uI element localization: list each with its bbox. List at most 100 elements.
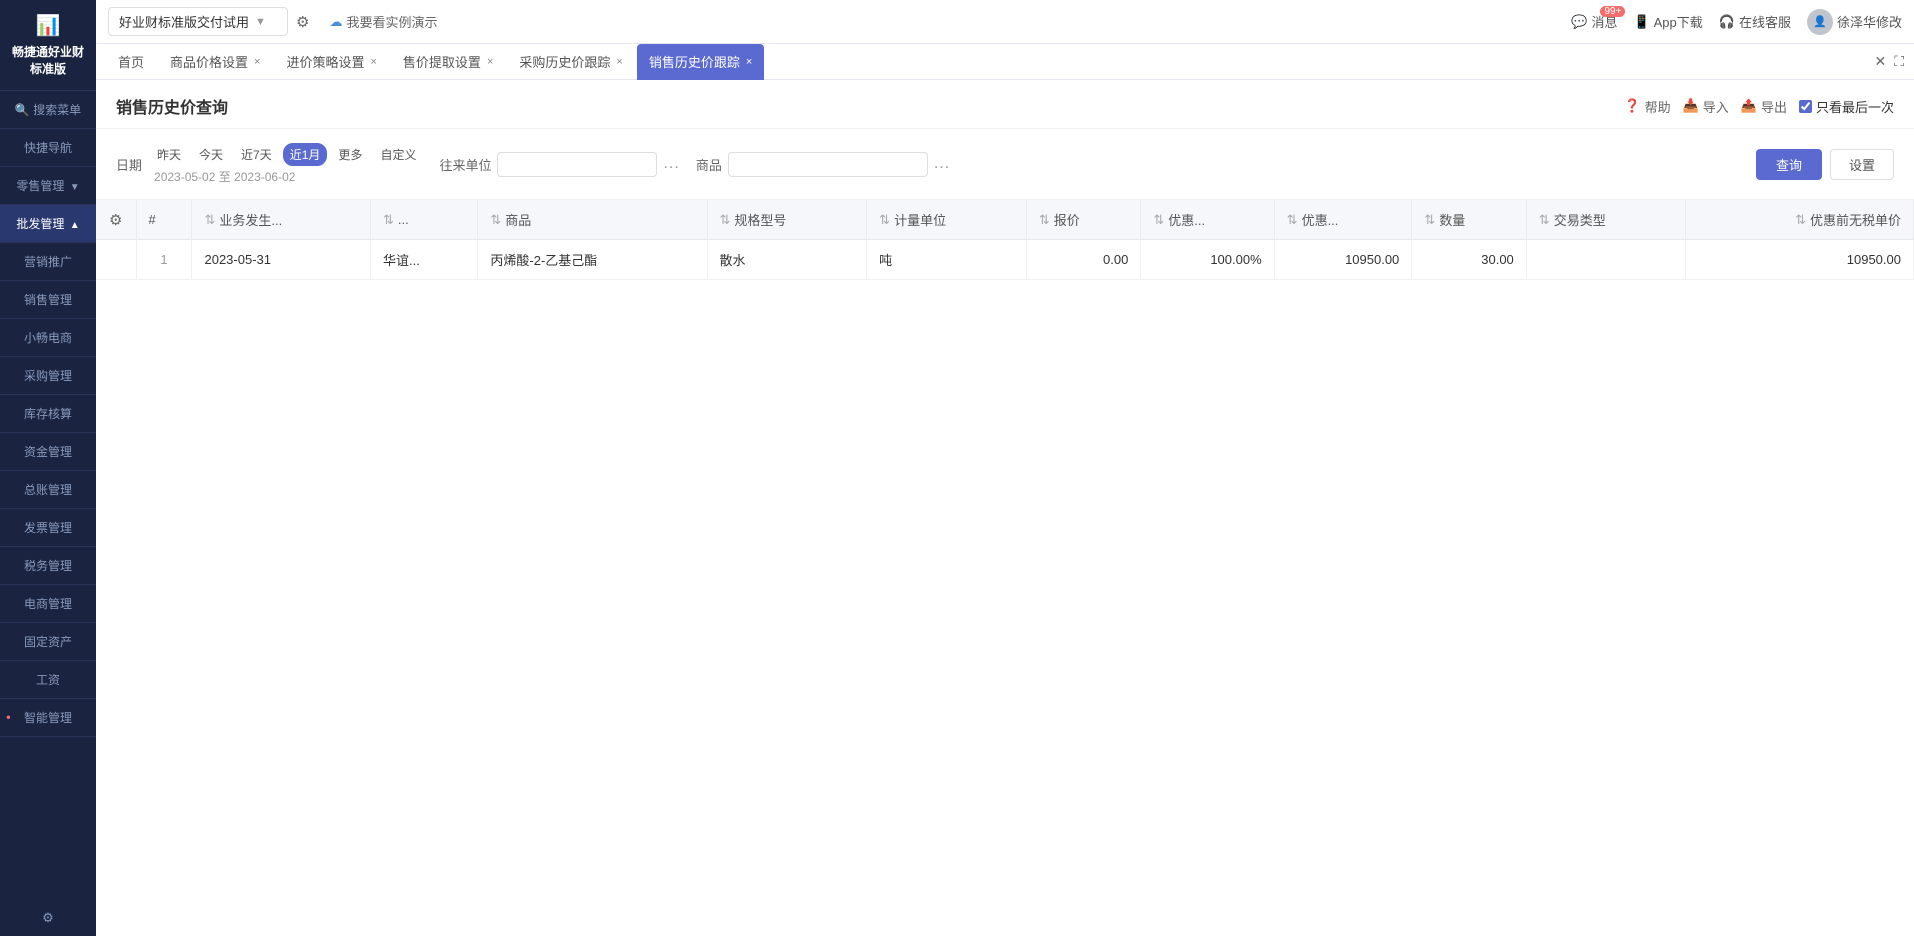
sidebar-item-invoice[interactable]: 发票管理 bbox=[0, 509, 96, 547]
sidebar-item-smart[interactable]: 智能管理 bbox=[0, 699, 96, 737]
date-btn-today[interactable]: 今天 bbox=[192, 143, 230, 166]
row-unit-cell: 吨 bbox=[867, 240, 1027, 280]
sidebar-item-accounting[interactable]: 总账管理 bbox=[0, 471, 96, 509]
app-download-button[interactable]: 📱 App下载 bbox=[1633, 12, 1702, 31]
topbar-demo-label: 我要看实例演示 bbox=[346, 12, 437, 31]
workspace-selector-text: 好业财标准版交付试用 bbox=[119, 12, 249, 31]
sidebar-settings-button[interactable]: ⚙ bbox=[0, 900, 96, 936]
row-num-cell: 1 bbox=[136, 240, 192, 280]
online-service-button[interactable]: 🎧 在线客服 bbox=[1719, 12, 1791, 31]
column-settings-icon[interactable]: ⚙ bbox=[109, 212, 122, 229]
help-icon: ❓ bbox=[1624, 98, 1640, 114]
topbar-demo-link[interactable]: ☁ 我要看实例演示 bbox=[329, 12, 437, 31]
page-container: 销售历史价查询 ❓ 帮助 📥 导入 📤 导出 bbox=[96, 80, 1914, 936]
sidebar-item-tax[interactable]: 税务管理 bbox=[0, 547, 96, 585]
cloud-icon: ☁ bbox=[329, 14, 342, 30]
last-only-checkbox[interactable] bbox=[1799, 100, 1812, 113]
import-label: 导入 bbox=[1703, 97, 1729, 116]
row-discount1-cell: 100.00% bbox=[1141, 240, 1274, 280]
tab-product-price-label: 商品价格设置 bbox=[170, 52, 248, 71]
partner-input[interactable] bbox=[497, 152, 657, 177]
sidebar-item-accounting-label: 总账管理 bbox=[24, 483, 72, 497]
tab-price-extract[interactable]: 售价提取设置 × bbox=[391, 44, 505, 80]
user-menu-button[interactable]: 👤 徐泽华修改 bbox=[1807, 9, 1902, 35]
table-header-row: ⚙ # ⇅ 业务发生... bbox=[96, 200, 1914, 240]
tab-home[interactable]: 首页 bbox=[106, 44, 156, 80]
sidebar-item-marketing-label: 营销推广 bbox=[24, 255, 72, 269]
tab-purchase-strategy[interactable]: 进价策略设置 × bbox=[274, 44, 388, 80]
help-label: 帮助 bbox=[1645, 97, 1671, 116]
last-only-checkbox-label[interactable]: 只看最后一次 bbox=[1799, 97, 1894, 116]
tab-purchase-history[interactable]: 采购历史价跟踪 × bbox=[507, 44, 634, 80]
workspace-selector[interactable]: 好业财标准版交付试用 ▼ bbox=[108, 7, 288, 36]
headset-icon: 🎧 bbox=[1719, 14, 1735, 30]
help-button[interactable]: ❓ 帮助 bbox=[1624, 97, 1670, 116]
sidebar-item-invoice-label: 发票管理 bbox=[24, 521, 72, 535]
sidebar-item-finance-label: 资金管理 bbox=[24, 445, 72, 459]
settings-button[interactable]: 设置 bbox=[1830, 149, 1894, 180]
col-num: # bbox=[136, 200, 192, 240]
sidebar-item-assets[interactable]: 固定资产 bbox=[0, 623, 96, 661]
sidebar-item-finance[interactable]: 资金管理 bbox=[0, 433, 96, 471]
date-btn-last1m[interactable]: 近1月 bbox=[283, 143, 328, 166]
sidebar-search[interactable]: 🔍 搜索菜单 bbox=[0, 91, 96, 129]
sidebar-item-ecommerce[interactable]: 电商管理 bbox=[0, 585, 96, 623]
messages-button[interactable]: 💬 消息 99+ bbox=[1571, 12, 1617, 31]
date-btn-yesterday[interactable]: 昨天 bbox=[150, 143, 188, 166]
tab-sales-history[interactable]: 销售历史价跟踪 × bbox=[637, 44, 764, 80]
settings-gear-icon: ⚙ bbox=[42, 910, 54, 925]
partner-dots-button[interactable]: ... bbox=[663, 155, 679, 173]
sidebar-item-payroll[interactable]: 工资 bbox=[0, 661, 96, 699]
tab-sales-history-close-icon[interactable]: × bbox=[746, 56, 752, 68]
tab-product-price-close-icon[interactable]: × bbox=[254, 56, 260, 68]
tab-purchase-history-close-icon[interactable]: × bbox=[616, 56, 622, 68]
col-discount2-sort-icon: ⇅ bbox=[1287, 212, 1298, 228]
query-button[interactable]: 查询 bbox=[1756, 149, 1822, 180]
sidebar-item-assets-label: 固定资产 bbox=[24, 635, 72, 649]
sidebar-item-purchase[interactable]: 采购管理 bbox=[0, 357, 96, 395]
col-discount2: ⇅ 优惠... bbox=[1274, 200, 1412, 240]
last-only-label: 只看最后一次 bbox=[1816, 97, 1894, 116]
import-button[interactable]: 📥 导入 bbox=[1683, 97, 1729, 116]
tab-price-extract-close-icon[interactable]: × bbox=[487, 56, 493, 68]
sidebar-item-wholesale-label: 批发管理 bbox=[16, 217, 64, 231]
tab-panel-expand-icon[interactable]: ⛶ bbox=[1894, 53, 1904, 70]
sidebar-item-quick-nav[interactable]: 快捷导航 bbox=[0, 129, 96, 167]
date-btn-last7[interactable]: 近7天 bbox=[234, 143, 279, 166]
product-filter-group: 商品 ... bbox=[696, 152, 950, 177]
date-btn-more[interactable]: 更多 bbox=[331, 143, 369, 166]
date-btn-custom[interactable]: 自定义 bbox=[373, 143, 423, 166]
sidebar-item-inventory[interactable]: 库存核算 bbox=[0, 395, 96, 433]
col-tx-type: ⇅ 交易类型 bbox=[1526, 200, 1686, 240]
search-icon: 🔍 bbox=[15, 103, 30, 117]
sidebar-item-sales[interactable]: 销售管理 bbox=[0, 281, 96, 319]
product-input[interactable] bbox=[728, 152, 928, 177]
tab-panel-controls: ✕ ⛶ bbox=[1874, 53, 1904, 70]
tab-purchase-strategy-close-icon[interactable]: × bbox=[370, 56, 376, 68]
product-filter-label: 商品 bbox=[696, 155, 722, 174]
date-buttons: 昨天 今天 近7天 近1月 更多 自定义 bbox=[150, 143, 423, 166]
date-filter-row: 日期 昨天 今天 近7天 近1月 更多 自定义 2023-05-02 至 202… bbox=[116, 143, 423, 185]
tab-product-price[interactable]: 商品价格设置 × bbox=[158, 44, 272, 80]
messages-badge: 99+ bbox=[1600, 6, 1625, 17]
col-spec-sort-icon: ⇅ bbox=[720, 212, 731, 228]
col-product: ⇅ 商品 bbox=[478, 200, 707, 240]
col-discount1: ⇅ 优惠... bbox=[1141, 200, 1274, 240]
user-name: 徐泽华修改 bbox=[1837, 12, 1902, 31]
date-filter-label: 日期 bbox=[116, 155, 142, 174]
col-pretax-price: ⇅ 优惠前无税单价 bbox=[1686, 200, 1914, 240]
product-dots-button[interactable]: ... bbox=[934, 155, 950, 173]
sidebar-item-inventory-label: 库存核算 bbox=[24, 407, 72, 421]
export-button[interactable]: 📤 导出 bbox=[1741, 97, 1787, 116]
date-range-display: 2023-05-02 至 2023-06-02 bbox=[154, 168, 423, 185]
tab-panel-close-icon[interactable]: ✕ bbox=[1874, 53, 1886, 70]
sidebar-item-wholesale[interactable]: 批发管理 ▲ bbox=[0, 205, 96, 243]
sidebar-item-retail[interactable]: 零售管理 ▼ bbox=[0, 167, 96, 205]
table-row[interactable]: 1 2023-05-31 华谊... 丙烯酸-2-乙基己酯 散水 吨 0.00 … bbox=[96, 240, 1914, 280]
sidebar-item-retail-label: 零售管理 bbox=[16, 179, 64, 193]
topbar-settings-icon[interactable]: ⚙ bbox=[296, 13, 309, 31]
col-pretaxprice-sort-icon: ⇅ bbox=[1795, 212, 1806, 228]
sidebar-item-ecommerce-small[interactable]: 小畅电商 bbox=[0, 319, 96, 357]
col-quote-sort-icon: ⇅ bbox=[1039, 212, 1050, 228]
sidebar-item-marketing[interactable]: 营销推广 bbox=[0, 243, 96, 281]
